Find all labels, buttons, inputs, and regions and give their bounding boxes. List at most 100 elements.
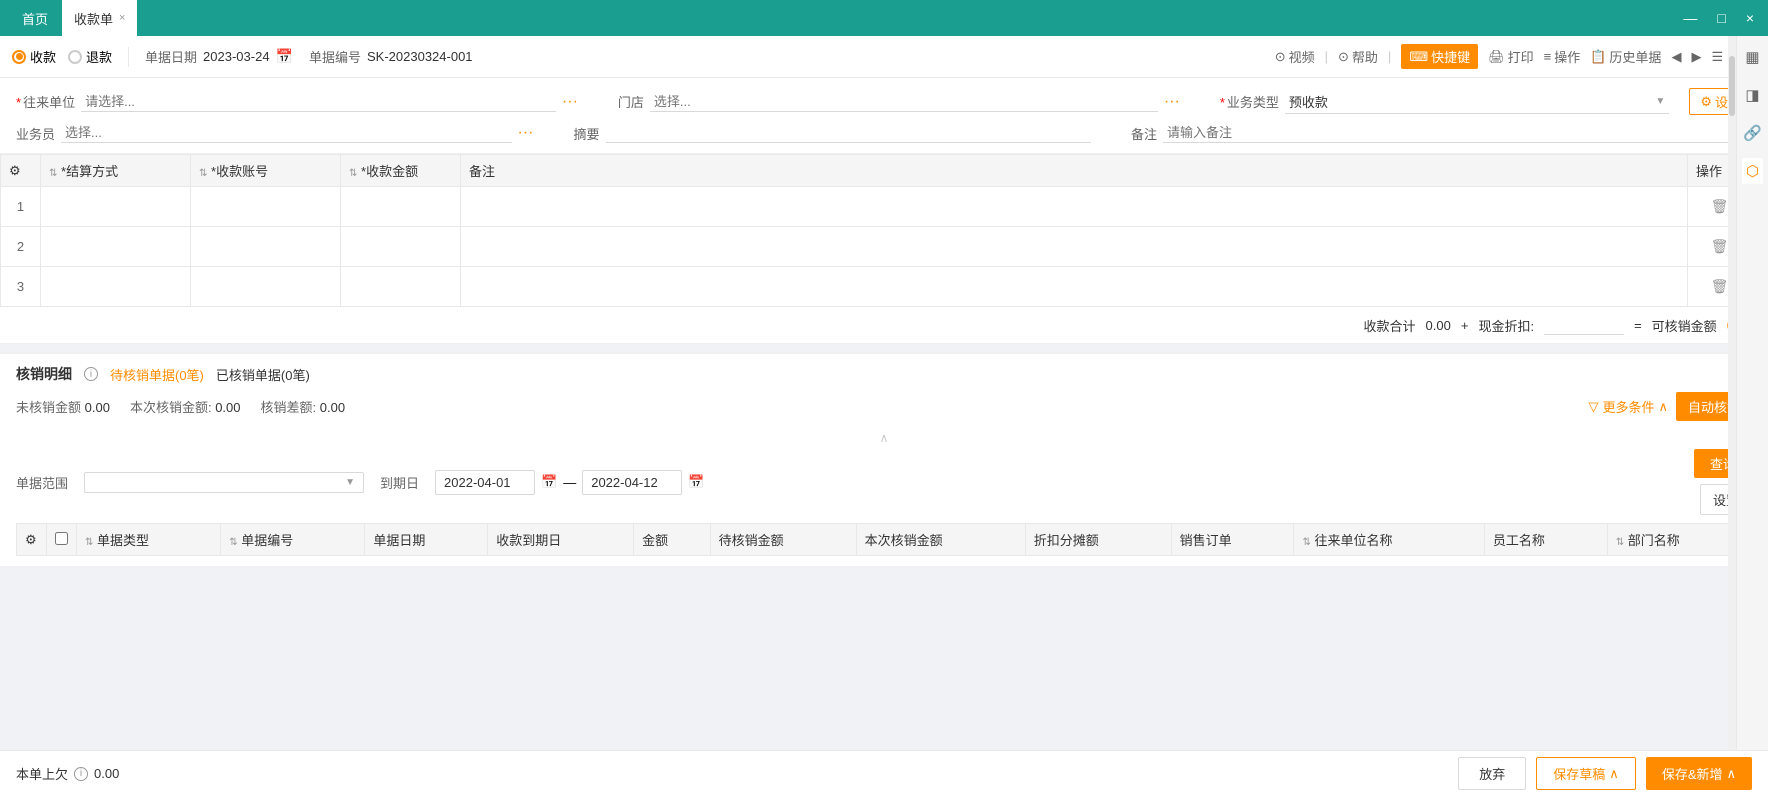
select-all-checkbox[interactable] bbox=[55, 532, 68, 545]
nav-right-btn[interactable]: ▶ bbox=[1691, 49, 1701, 65]
save-draft-btn[interactable]: 保存草稿 ∧ bbox=[1536, 757, 1636, 790]
shortcut-btn[interactable]: ⌨ 快捷键 bbox=[1401, 44, 1478, 69]
close-btn[interactable]: × bbox=[1740, 8, 1760, 28]
verify-info-icon[interactable]: i bbox=[84, 367, 98, 381]
tab-active[interactable]: 收款单 × bbox=[62, 0, 137, 36]
discard-btn[interactable]: 放弃 bbox=[1458, 757, 1526, 790]
video-label: 视频 bbox=[1289, 47, 1315, 66]
discount-label: 现金折扣: bbox=[1478, 316, 1534, 335]
tab-active-label: 收款单 bbox=[74, 9, 113, 28]
history-btn[interactable]: 📋 历史单据 bbox=[1590, 47, 1661, 66]
summary-field: 摘要 bbox=[574, 123, 1092, 143]
save-draft-chevron: ∧ bbox=[1609, 766, 1619, 782]
sales-rep-input[interactable] bbox=[61, 123, 512, 143]
receipt-table-container: ⚙ ⇅ *结算方式 ⇅ *收款账号 ⇅ *收款金额 备注 操 bbox=[0, 154, 1768, 307]
row-amount-1[interactable] bbox=[341, 187, 461, 227]
print-btn[interactable]: 🖨 打印 bbox=[1488, 47, 1534, 66]
counterpart-label: *往来单位 bbox=[16, 92, 75, 111]
print-icon: 🖨 bbox=[1488, 49, 1505, 65]
counterpart-input[interactable] bbox=[81, 92, 556, 112]
filter-icon: ▽ bbox=[1588, 399, 1598, 415]
tab-home[interactable]: 首页 bbox=[8, 0, 62, 36]
view-list-btn[interactable]: ☰ bbox=[1711, 49, 1723, 65]
verify-stats: 未核销金额 0.00 本次核销金额: 0.00 核销差额: 0.00 ▽ 更多条… bbox=[16, 392, 1752, 421]
row-delete-icon-1[interactable]: 🗑 bbox=[1711, 198, 1729, 215]
due-date-range: 📅 — 📅 bbox=[435, 470, 704, 495]
right-panel-icon-3[interactable]: 🔗 bbox=[1739, 120, 1766, 146]
sum-value: 0.00 bbox=[1426, 318, 1451, 333]
doc-number-label: 单据编号 bbox=[309, 47, 361, 66]
video-circle-icon: ⊙ bbox=[1275, 49, 1286, 65]
print-label: 打印 bbox=[1508, 47, 1534, 66]
row-settlement-3[interactable] bbox=[41, 267, 191, 307]
th-current-lower: 本次核销金额 bbox=[856, 524, 1025, 556]
right-panel-icon-4[interactable]: ⬡ bbox=[1742, 158, 1763, 184]
verify-title: 核销明细 bbox=[16, 364, 72, 384]
due-date-start-calendar-icon[interactable]: 📅 bbox=[541, 474, 557, 490]
th-doc-date: 单据日期 bbox=[365, 524, 488, 556]
right-panel-icon-2[interactable]: ◨ bbox=[1741, 82, 1763, 108]
unverified-value: 0.00 bbox=[85, 400, 110, 415]
summary-input[interactable] bbox=[606, 123, 1091, 143]
more-conditions-btn[interactable]: ▽ 更多条件 ∧ bbox=[1588, 397, 1668, 416]
history-label: 历史单据 bbox=[1609, 47, 1661, 66]
row-amount-2[interactable] bbox=[341, 227, 461, 267]
row-settlement-1[interactable] bbox=[41, 187, 191, 227]
window-controls: — □ × bbox=[1677, 8, 1760, 28]
row-settlement-2[interactable] bbox=[41, 227, 191, 267]
counterpart-more-icon[interactable]: ··· bbox=[562, 94, 578, 110]
radio-tuikuan[interactable]: 退款 bbox=[68, 47, 112, 66]
th-counterpart-lower-label: 往来单位名称 bbox=[1314, 533, 1392, 548]
due-date-start[interactable] bbox=[435, 470, 535, 495]
doc-date-calendar-icon[interactable]: 📅 bbox=[276, 48, 293, 65]
th-amount: ⇅ *收款金额 bbox=[341, 155, 461, 187]
due-date-end-calendar-icon[interactable]: 📅 bbox=[688, 474, 704, 490]
th-check[interactable] bbox=[47, 524, 77, 556]
sales-rep-more-icon[interactable]: ··· bbox=[518, 125, 534, 141]
verify-pending-tab[interactable]: 待核销单据(0笔) bbox=[110, 365, 204, 384]
row-account-3[interactable] bbox=[191, 267, 341, 307]
table-row: 2 🗑 ⧉ bbox=[1, 227, 1768, 267]
tab-close-icon[interactable]: × bbox=[119, 12, 125, 24]
row-delete-icon-2[interactable]: 🗑 bbox=[1711, 238, 1729, 255]
th-dept-label: 部门名称 bbox=[1628, 533, 1680, 548]
row-amount-3[interactable] bbox=[341, 267, 461, 307]
discount-input[interactable] bbox=[1544, 315, 1624, 335]
help-btn[interactable]: ⊙ 帮助 bbox=[1338, 47, 1378, 66]
scrollbar-thumb[interactable] bbox=[1729, 56, 1735, 116]
bottom-bar: 本单上欠 i 0.00 放弃 保存草稿 ∧ 保存&新增 ∧ bbox=[0, 750, 1768, 796]
th-sales-order-label: 销售订单 bbox=[1180, 533, 1232, 548]
minimize-btn[interactable]: — bbox=[1677, 8, 1703, 28]
th-gear[interactable]: ⚙ bbox=[1, 155, 41, 187]
row-remark-1[interactable] bbox=[461, 187, 1688, 227]
maximize-btn[interactable]: □ bbox=[1711, 8, 1731, 28]
row-remark-2[interactable] bbox=[461, 227, 1688, 267]
video-btn[interactable]: ⊙ 视频 bbox=[1275, 47, 1315, 66]
th-account-label: *收款账号 bbox=[211, 164, 268, 179]
store-more-icon[interactable]: ··· bbox=[1164, 94, 1180, 110]
save-new-btn[interactable]: 保存&新增 ∧ bbox=[1646, 757, 1752, 790]
remarks-field: 备注 bbox=[1131, 123, 1752, 143]
business-type-select[interactable]: 预收款 ▼ bbox=[1285, 90, 1669, 114]
radio-shoukuan[interactable]: 收款 bbox=[12, 47, 56, 66]
lower-table: ⚙ ⇅ 单据类型 ⇅ 单据编号 单据日期 收款到期日 bbox=[16, 523, 1752, 556]
verify-done-tab[interactable]: 已核销单据(0笔) bbox=[216, 365, 310, 384]
range-select[interactable]: ▼ bbox=[84, 472, 364, 493]
nav-left-btn[interactable]: ◀ bbox=[1671, 49, 1681, 65]
bottom-info-icon[interactable]: i bbox=[74, 767, 88, 781]
row-account-1[interactable] bbox=[191, 187, 341, 227]
gear-icon: ⚙ bbox=[1700, 94, 1712, 110]
th-current-label: 本次核销金额 bbox=[865, 533, 943, 548]
th-gear-lower[interactable]: ⚙ bbox=[17, 524, 47, 556]
scrollbar[interactable] bbox=[1728, 36, 1736, 750]
row-remark-3[interactable] bbox=[461, 267, 1688, 307]
due-date-end[interactable] bbox=[582, 470, 682, 495]
right-panel-icon-1[interactable]: ▦ bbox=[1741, 44, 1763, 70]
row-account-2[interactable] bbox=[191, 227, 341, 267]
store-input[interactable] bbox=[650, 92, 1158, 112]
th-employee: 员工名称 bbox=[1484, 524, 1607, 556]
remarks-input[interactable] bbox=[1163, 123, 1752, 143]
current-value: 0.00 bbox=[215, 400, 240, 415]
operations-btn[interactable]: ≡ 操作 bbox=[1544, 47, 1581, 66]
row-delete-icon-3[interactable]: 🗑 bbox=[1711, 278, 1729, 295]
